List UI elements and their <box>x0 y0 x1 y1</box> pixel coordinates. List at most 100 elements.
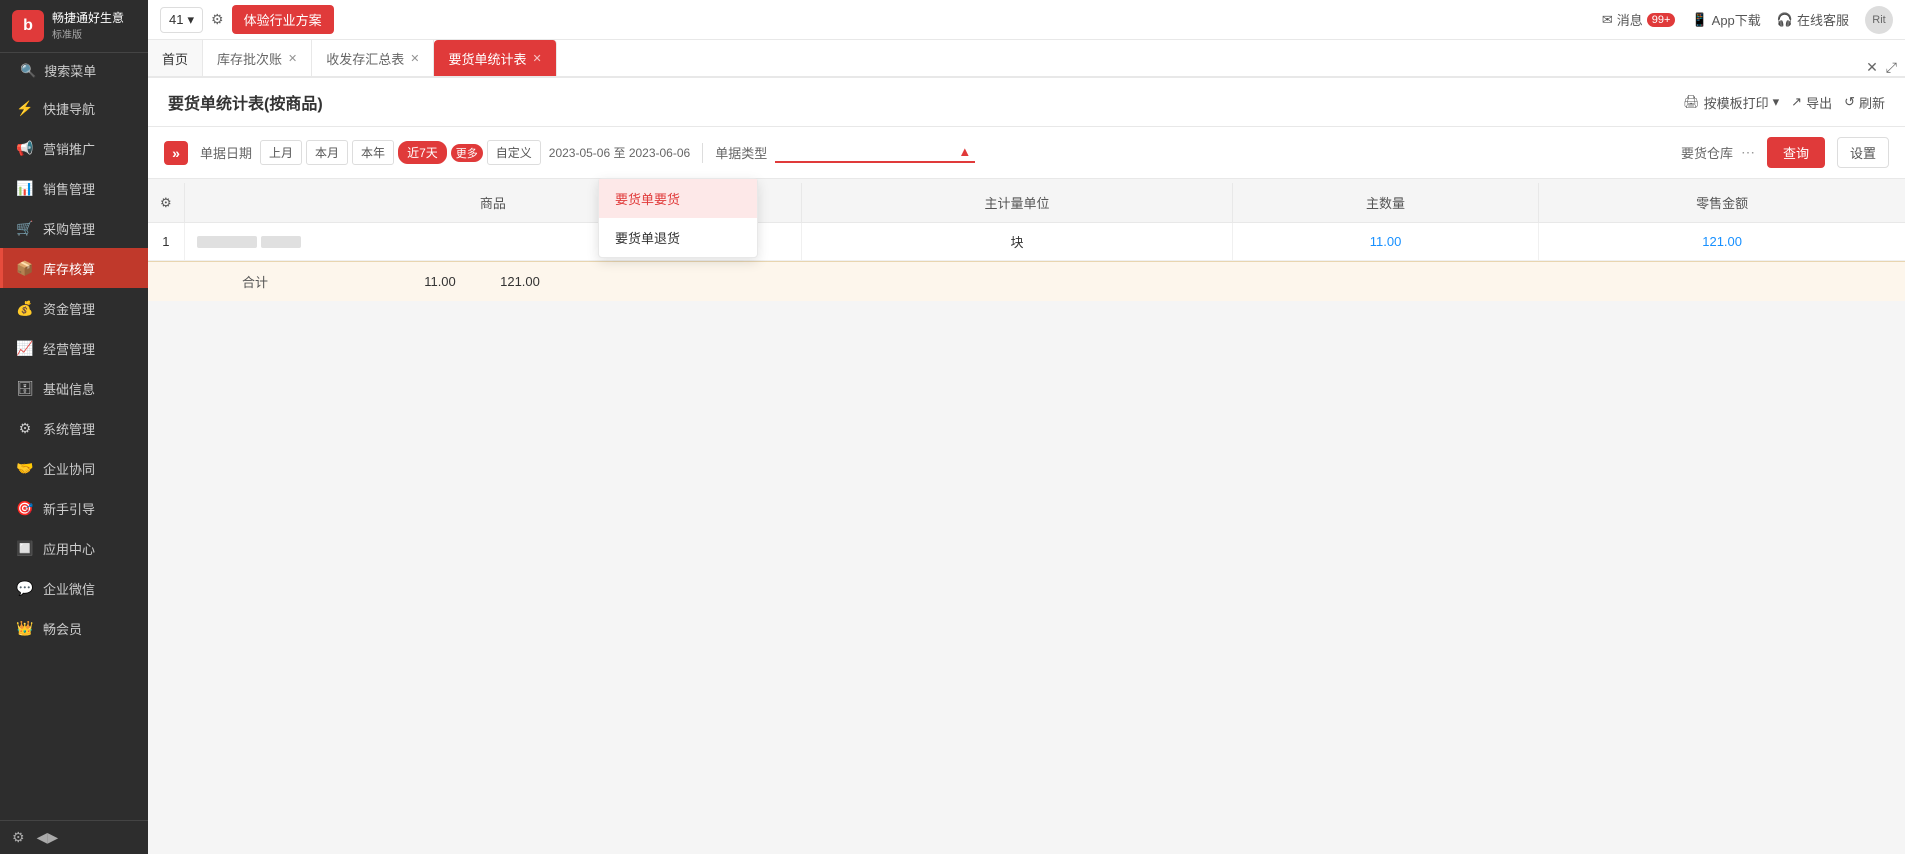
cell-qty: 11.00 <box>1232 223 1538 261</box>
print-icon: 🖨 <box>1683 94 1700 110</box>
date-range-text: 2023-05-06 至 2023-06-06 <box>549 144 690 161</box>
table-header-row: ⚙ 商品 主计量单位 主数量 零售金额 <box>148 183 1905 223</box>
query-button[interactable]: 查询 <box>1767 137 1825 168</box>
print-caret-icon: ▾ <box>1773 94 1780 110</box>
search-menu-label: 搜索菜单 <box>44 61 96 80</box>
tab-close-all-icon[interactable]: ✕ <box>1866 59 1878 76</box>
page-title: 要货单统计表(按商品) <box>168 90 323 114</box>
type-filter-section: 单据类型 ▲ <box>715 142 1669 163</box>
date-filter-label: 单据日期 <box>200 143 252 162</box>
amount-link[interactable]: 121.00 <box>1702 234 1742 249</box>
tab-inventory-batch-label: 库存批次账 <box>217 49 282 68</box>
refresh-label: 刷新 <box>1859 93 1885 112</box>
cell-seq: 1 <box>148 223 184 261</box>
logo-icon: b <box>12 10 44 42</box>
tab-home[interactable]: 首页 <box>148 40 203 76</box>
product-placeholder-1 <box>197 236 257 248</box>
filter-toggle-btn[interactable]: » <box>164 141 188 165</box>
type-input[interactable] <box>779 144 958 159</box>
online-service-action[interactable]: 🎧 在线客服 <box>1777 10 1849 29</box>
app-center-icon: 🔲 <box>15 538 35 558</box>
tab-order-summary[interactable]: 要货单统计表 ✕ <box>434 40 556 76</box>
tab-receive-summary-label: 收发存汇总表 <box>326 49 404 68</box>
topbar: 41 ▾ ⚙ 体验行业方案 ✉ 消息 99+ 📱 App下载 🎧 在线客服 Ri… <box>148 0 1905 40</box>
date-7days-btn[interactable]: 近7天 <box>398 141 447 164</box>
date-more-badge[interactable]: 更多 <box>451 144 483 162</box>
sidebar-item-wechat[interactable]: 💬 企业微信 <box>0 568 148 608</box>
type-input-wrap[interactable]: ▲ <box>775 142 975 163</box>
refresh-icon: ↺ <box>1844 94 1855 110</box>
settings-button[interactable]: 设置 <box>1837 137 1889 168</box>
filter-divider-1 <box>702 143 703 163</box>
online-service-label: 在线客服 <box>1797 10 1849 29</box>
quick-nav-icon: ⚡ <box>15 98 35 118</box>
print-action[interactable]: 🖨 按模板打印 ▾ <box>1683 93 1779 112</box>
type-dropdown: 要货单要货 要货单退货 <box>598 178 758 258</box>
sidebar-item-marketing[interactable]: 📢 营销推广 <box>0 128 148 168</box>
system-label: 系统管理 <box>43 419 95 438</box>
marketing-icon: 📢 <box>15 138 35 158</box>
warehouse-more-icon[interactable]: ⋯ <box>1741 144 1755 161</box>
footer-total-label: 合计 <box>160 272 280 291</box>
sidebar-item-sales[interactable]: 📊 销售管理 <box>0 168 148 208</box>
date-custom-btn[interactable]: 自定义 <box>487 140 541 165</box>
sidebar-item-system[interactable]: ⚙ 系统管理 <box>0 408 148 448</box>
trial-button[interactable]: 体验行业方案 <box>232 5 334 34</box>
date-this-year-btn[interactable]: 本年 <box>352 140 394 165</box>
tab-receive-summary-close-icon[interactable]: ✕ <box>410 52 419 65</box>
tab-order-summary-close-icon[interactable]: ✕ <box>533 52 542 65</box>
sidebar-item-vip[interactable]: 👑 畅会员 <box>0 608 148 648</box>
search-menu[interactable]: 🔍 搜索菜单 <box>0 53 148 88</box>
tab-inventory-batch[interactable]: 库存批次账 ✕ <box>203 40 312 76</box>
message-icon: ✉ <box>1602 12 1613 28</box>
sidebar-item-base[interactable]: 🗄 基础信息 <box>0 368 148 408</box>
sidebar-item-purchase[interactable]: 🛒 采购管理 <box>0 208 148 248</box>
app-subtitle: 标准版 <box>52 26 124 41</box>
sidebar-item-finance[interactable]: 💰 资金管理 <box>0 288 148 328</box>
type-caret-icon[interactable]: ▲ <box>958 144 971 159</box>
tab-expand-icon[interactable]: ⤢ <box>1886 59 1897 76</box>
col-settings: ⚙ <box>148 183 184 223</box>
settings-bottom-icon[interactable]: ⚙ <box>12 829 25 846</box>
tab-inventory-batch-close-icon[interactable]: ✕ <box>288 52 297 65</box>
print-label: 按模板打印 <box>1704 93 1769 112</box>
sidebar-item-app-center[interactable]: 🔲 应用中心 <box>0 528 148 568</box>
store-name: 41 <box>169 12 183 27</box>
dropdown-item-order-return[interactable]: 要货单退货 <box>599 218 757 257</box>
table-settings-icon[interactable]: ⚙ <box>160 195 172 211</box>
tab-receive-summary[interactable]: 收发存汇总表 ✕ <box>312 40 434 76</box>
finance-label: 资金管理 <box>43 299 95 318</box>
sidebar-bottom: ⚙ ◀▶ <box>0 820 148 854</box>
message-badge: 99+ <box>1647 13 1676 27</box>
sidebar-item-quick-nav[interactable]: ⚡ 快捷导航 <box>0 88 148 128</box>
headset-icon: 🎧 <box>1777 12 1793 28</box>
sidebar-item-corp[interactable]: 🤝 企业协同 <box>0 448 148 488</box>
dropdown-item-order-goods[interactable]: 要货单要货 <box>599 179 757 218</box>
tab-home-label: 首页 <box>162 49 188 68</box>
marketing-label: 营销推广 <box>43 139 95 158</box>
topbar-right: ✉ 消息 99+ 📱 App下载 🎧 在线客服 Rit <box>1602 6 1893 34</box>
refresh-action[interactable]: ↺ 刷新 <box>1844 93 1885 112</box>
user-avatar[interactable]: Rit <box>1865 6 1893 34</box>
date-last-month-btn[interactable]: 上月 <box>260 140 302 165</box>
corp-icon: 🤝 <box>15 458 35 478</box>
export-action[interactable]: ↗ 导出 <box>1791 93 1832 112</box>
topbar-gear-icon[interactable]: ⚙ <box>211 11 224 28</box>
app-logo: b 畅捷通好生意 标准版 <box>0 0 148 53</box>
filter-bar: » 单据日期 上月 本月 本年 近7天 更多 自定义 2023-05-06 至 … <box>148 127 1905 179</box>
collapse-icon[interactable]: ◀▶ <box>37 829 59 846</box>
page-content: 要货单统计表(按商品) 🖨 按模板打印 ▾ ↗ 导出 ↺ 刷新 » <box>148 78 1905 854</box>
app-download-action[interactable]: 📱 App下载 <box>1691 10 1760 29</box>
sidebar-item-operations[interactable]: 📈 经营管理 <box>0 328 148 368</box>
qty-link[interactable]: 11.00 <box>1370 234 1402 249</box>
messages-action[interactable]: ✉ 消息 99+ <box>1602 10 1676 29</box>
date-this-month-btn[interactable]: 本月 <box>306 140 348 165</box>
store-selector[interactable]: 41 ▾ <box>160 7 203 33</box>
quick-nav-label: 快捷导航 <box>43 99 95 118</box>
sidebar-item-inventory[interactable]: 📦 库存核算 <box>0 248 148 288</box>
export-icon: ↗ <box>1791 94 1802 110</box>
sidebar-item-guide[interactable]: 🎯 新手引导 <box>0 488 148 528</box>
app-center-label: 应用中心 <box>43 539 95 558</box>
user-initials: Rit <box>1872 14 1885 26</box>
guide-label: 新手引导 <box>43 499 95 518</box>
